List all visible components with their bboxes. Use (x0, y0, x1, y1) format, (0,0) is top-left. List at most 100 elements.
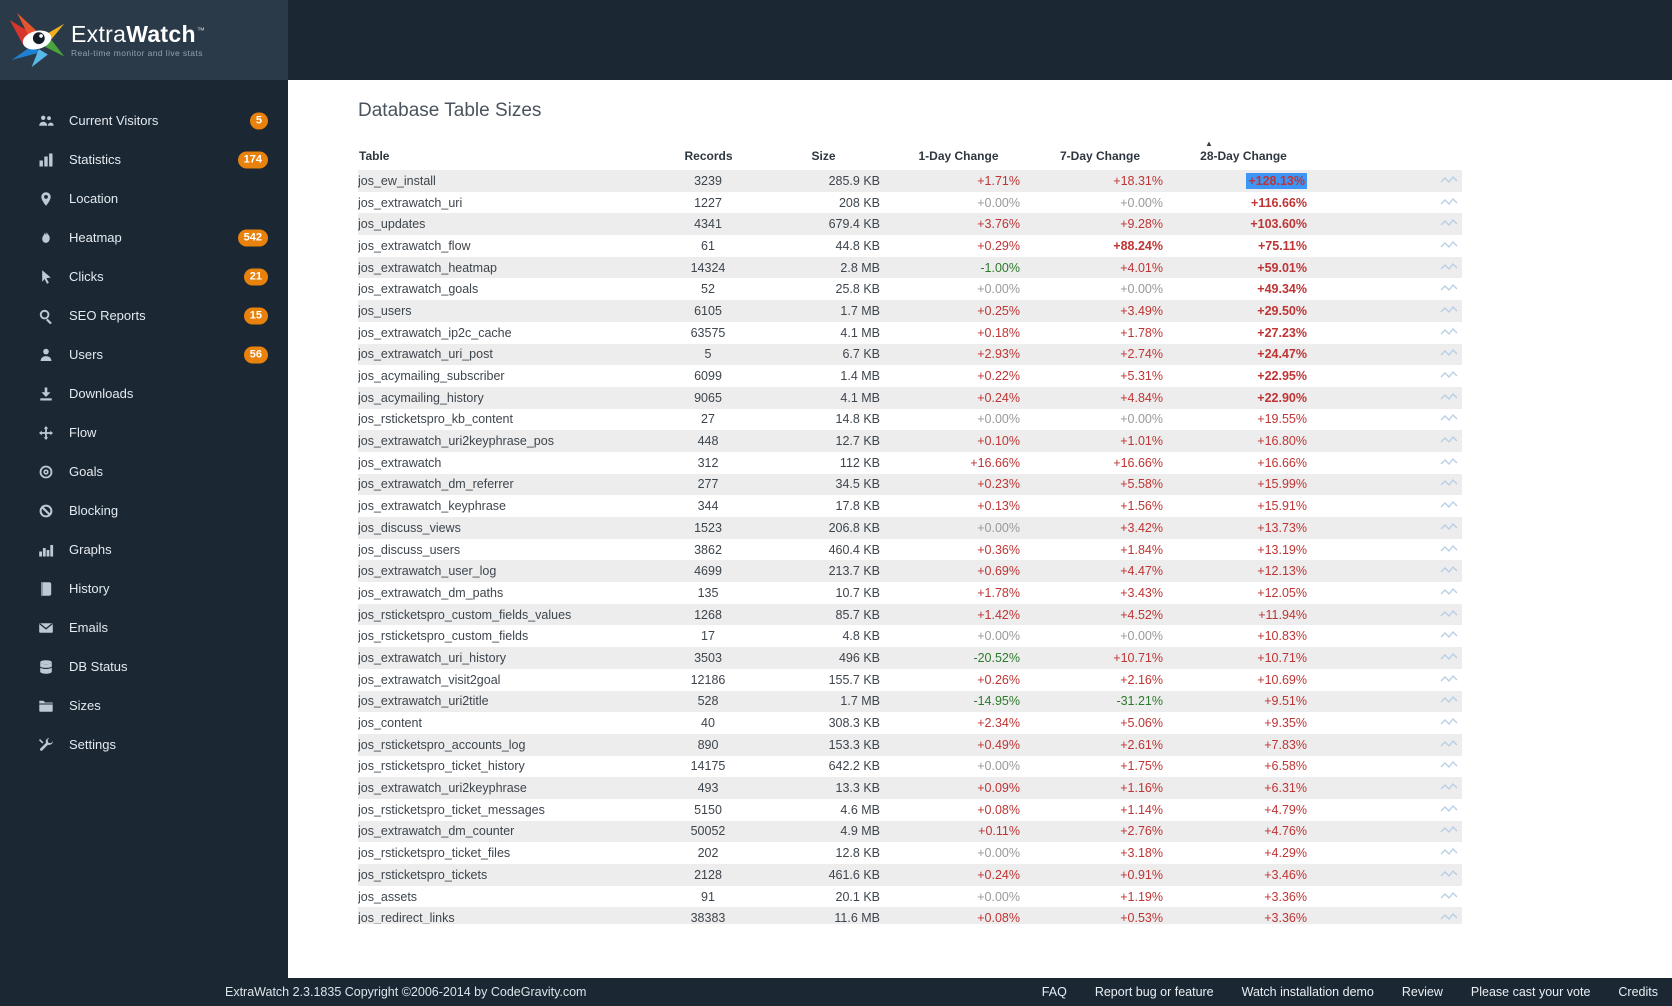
day28-change-cell: +9.35% (1171, 712, 1315, 734)
sparkline-icon[interactable] (1440, 803, 1458, 814)
sparkline-icon[interactable] (1440, 477, 1458, 488)
sparkline-icon[interactable] (1440, 412, 1458, 423)
day28-change-cell: +12.05% (1171, 582, 1315, 604)
table-name-cell: jos_rsticketspro_custom_fields (358, 629, 529, 644)
sparkline-icon[interactable] (1440, 738, 1458, 749)
sparkline-icon[interactable] (1440, 282, 1458, 293)
sparkline-icon[interactable] (1440, 846, 1458, 857)
sparkline-icon[interactable] (1440, 391, 1458, 402)
sidebar-item-sizes[interactable]: Sizes (0, 686, 288, 725)
sparkline-icon[interactable] (1440, 781, 1458, 792)
sparkline-icon[interactable] (1440, 196, 1458, 207)
column-header-28day[interactable]: ▲ 28-Day Change (1171, 142, 1315, 170)
sidebar-item-clicks[interactable]: Clicks 21 (0, 257, 288, 296)
sidebar-item-downloads[interactable]: Downloads (0, 374, 288, 413)
sparkline-icon[interactable] (1440, 543, 1458, 554)
sidebar-item-seo-reports[interactable]: SEO Reports 15 (0, 296, 288, 335)
footer-link-credits[interactable]: Credits (1618, 985, 1658, 999)
sidebar-item-label: Users (69, 347, 103, 362)
sparkline-icon[interactable] (1440, 456, 1458, 467)
sparkline-cell (1315, 669, 1462, 691)
sparkline-icon[interactable] (1440, 716, 1458, 727)
sidebar-item-flow[interactable]: Flow (0, 413, 288, 452)
size-cell: 308.3 KB (828, 716, 880, 731)
sparkline-icon[interactable] (1440, 217, 1458, 228)
sparkline-icon[interactable] (1440, 673, 1458, 684)
sidebar-item-goals[interactable]: Goals (0, 452, 288, 491)
table-row: jos_acymailing_history 9065 4.1 MB +0.24% +4… (358, 386, 1462, 409)
sparkline-icon[interactable] (1440, 694, 1458, 705)
sparkline-icon[interactable] (1440, 564, 1458, 575)
change-value: +19.55% (1257, 412, 1307, 427)
day28-change-cell: +3.46% (1171, 864, 1315, 886)
sparkline-icon[interactable] (1440, 434, 1458, 445)
column-header-size[interactable]: Size (758, 142, 888, 170)
footer-link-watch-installation-demo[interactable]: Watch installation demo (1242, 985, 1374, 999)
sidebar-item-blocking[interactable]: Blocking (0, 491, 288, 530)
change-value: +1.19% (1120, 889, 1163, 904)
sparkline-icon[interactable] (1440, 326, 1458, 337)
day1-change-cell: +1.78% (888, 582, 1028, 604)
size-cell: 13.3 KB (835, 781, 880, 796)
day7-change-cell: +1.14% (1028, 799, 1171, 821)
sidebar-item-settings[interactable]: Settings (0, 725, 288, 764)
sidebar-item-db-status[interactable]: DB Status (0, 647, 288, 686)
sparkline-icon[interactable] (1440, 369, 1458, 380)
day7-change-cell: +5.31% (1028, 365, 1171, 387)
day1-change-cell: +0.00% (888, 842, 1028, 864)
change-value: +0.29% (977, 238, 1020, 253)
sparkline-icon[interactable] (1440, 499, 1458, 510)
day7-change-cell: +1.19% (1028, 886, 1171, 908)
sparkline-icon[interactable] (1440, 629, 1458, 640)
column-header-table[interactable]: Table (358, 142, 658, 170)
sidebar-item-label: Blocking (69, 503, 119, 518)
sparkline-icon[interactable] (1440, 911, 1458, 922)
sparkline-cell (1315, 539, 1462, 561)
footer-link-report-bug-or-feature[interactable]: Report bug or feature (1095, 985, 1214, 999)
sparkline-icon[interactable] (1440, 239, 1458, 250)
table-name-cell: jos_extrawatch_visit2goal (358, 672, 501, 687)
sparkline-icon[interactable] (1440, 651, 1458, 662)
column-header-1day[interactable]: 1-Day Change (888, 142, 1028, 170)
sparkline-icon[interactable] (1440, 347, 1458, 358)
sparkline-icon[interactable] (1440, 759, 1458, 770)
sparkline-icon[interactable] (1440, 890, 1458, 901)
sparkline-icon[interactable] (1440, 824, 1458, 835)
sidebar-item-emails[interactable]: Emails (0, 608, 288, 647)
sidebar-item-heatmap[interactable]: Heatmap 542 (0, 218, 288, 257)
sparkline-icon[interactable] (1440, 261, 1458, 272)
sidebar-item-graphs[interactable]: Graphs (0, 530, 288, 569)
change-value: +22.90% (1257, 390, 1307, 405)
logo-text: ExtraWatch™ Real-time monitor and live s… (71, 21, 205, 59)
table-row: jos_extrawatch_keyphrase 344 17.8 KB +0.13%… (358, 495, 1462, 517)
sidebar-item-current-visitors[interactable]: Current Visitors 5 (0, 101, 288, 140)
footer-link-review[interactable]: Review (1402, 985, 1443, 999)
sparkline-cell (1315, 278, 1462, 300)
column-header-7day[interactable]: 7-Day Change (1028, 142, 1171, 170)
change-value: +10.71% (1257, 650, 1307, 665)
change-value: +16.80% (1257, 434, 1307, 449)
change-value: +13.19% (1257, 542, 1307, 557)
extrawatch-logo[interactable]: ExtraWatch™ Real-time monitor and live s… (0, 0, 288, 80)
records-cell: 3862 (694, 542, 722, 557)
records-cell: 890 (697, 737, 719, 752)
sidebar-item-history[interactable]: History (0, 569, 288, 608)
sparkline-icon[interactable] (1440, 608, 1458, 619)
sparkline-icon[interactable] (1440, 586, 1458, 597)
sparkline-icon[interactable] (1440, 174, 1458, 185)
footer-link-please-cast-your-vote[interactable]: Please cast your vote (1471, 985, 1591, 999)
sidebar-item-location[interactable]: Location (0, 179, 288, 218)
sidebar-item-label: Heatmap (69, 230, 122, 245)
footer-link-faq[interactable]: FAQ (1042, 985, 1067, 999)
sidebar-item-statistics[interactable]: Statistics 174 (0, 140, 288, 179)
sparkline-icon[interactable] (1440, 304, 1458, 315)
day28-change-cell: +103.60% (1171, 213, 1315, 235)
column-header-records[interactable]: Records (658, 142, 758, 170)
change-value: +3.42% (1120, 520, 1163, 535)
sparkline-cell (1315, 886, 1462, 908)
sparkline-icon[interactable] (1440, 868, 1458, 879)
history-icon (38, 581, 54, 597)
sparkline-icon[interactable] (1440, 521, 1458, 532)
sidebar-item-users[interactable]: Users 56 (0, 335, 288, 374)
size-cell: 17.8 KB (835, 499, 880, 514)
